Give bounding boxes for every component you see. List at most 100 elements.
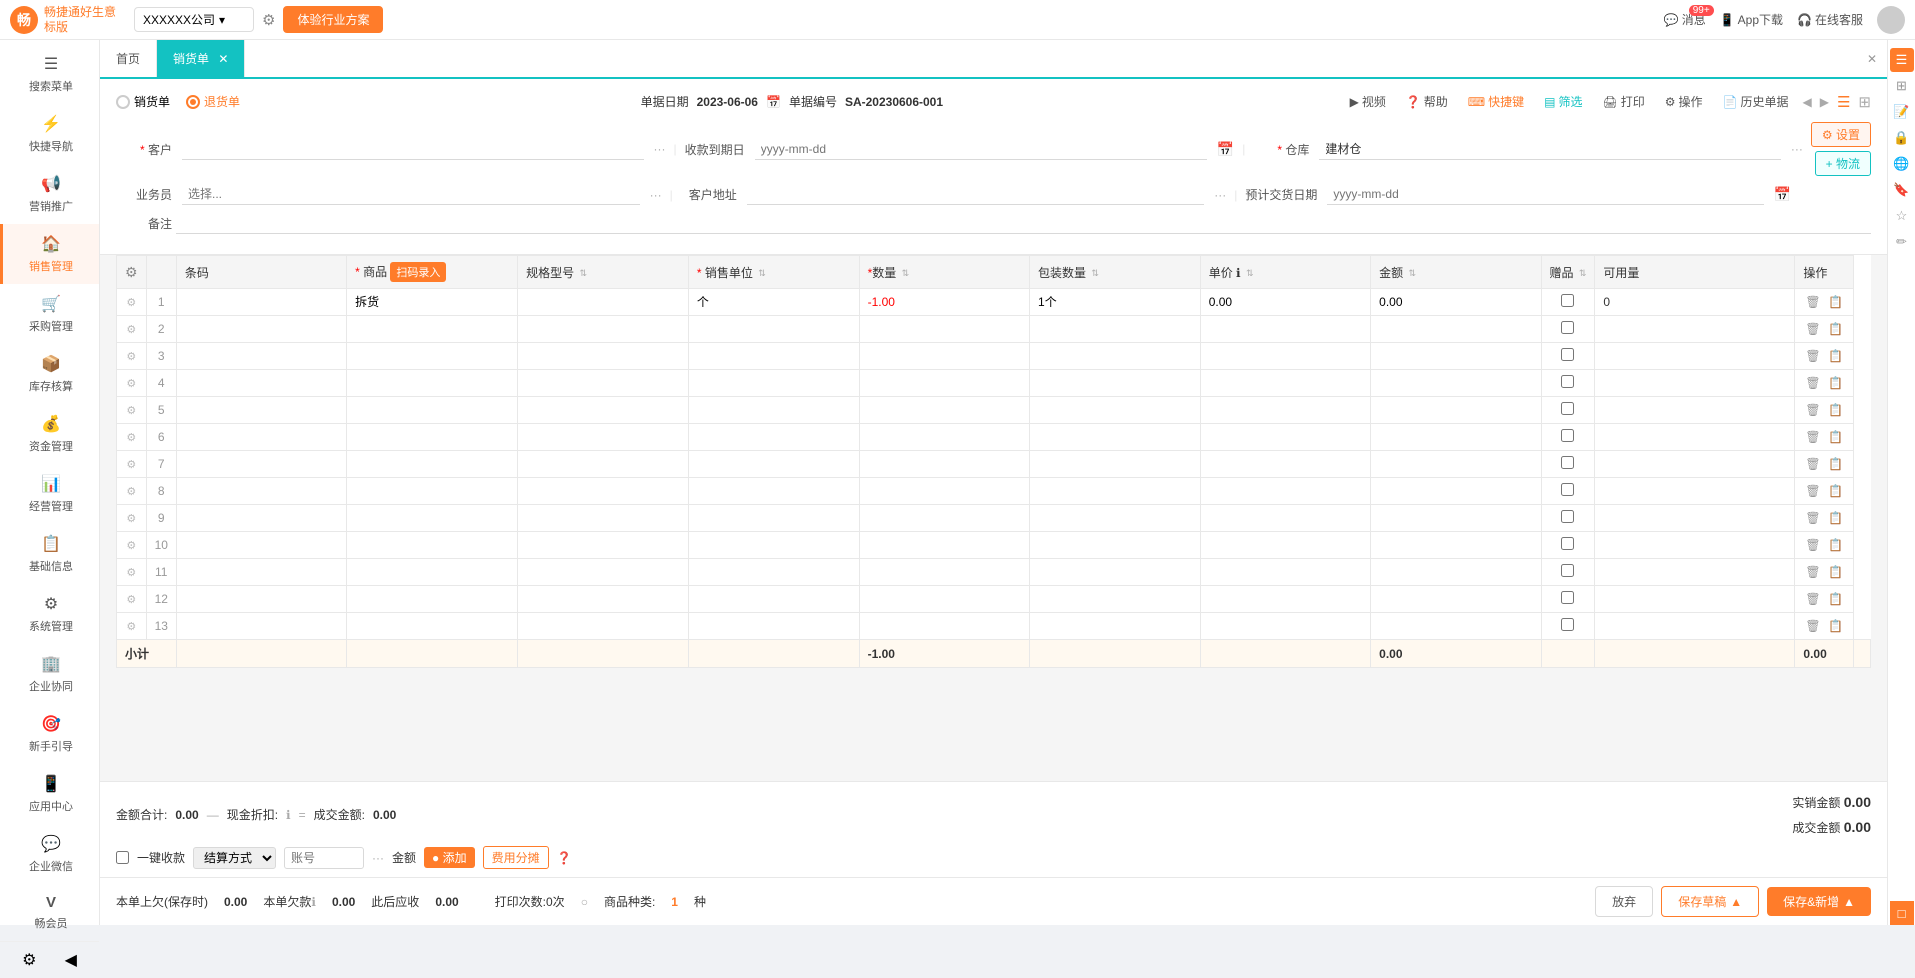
row-gift[interactable] [1541,613,1595,640]
row-amount[interactable] [1371,559,1541,586]
row-pack-qty[interactable] [1030,397,1201,424]
row-product[interactable] [347,451,518,478]
row-copy-icon[interactable]: 📋 [1828,457,1843,471]
row-pack-qty[interactable] [1030,532,1201,559]
row-gear-icon[interactable]: ⚙ [126,513,136,525]
row-product[interactable] [347,478,518,505]
row-delete-icon[interactable]: 🗑 [1805,376,1820,390]
row-spec[interactable] [518,532,689,559]
row-spec[interactable] [518,397,689,424]
radio-sales[interactable]: 销货单 [116,93,170,110]
sidebar-collapse-icon[interactable]: ◀ [65,950,77,970]
one-click-pay-checkbox[interactable] [116,851,129,864]
row-amount[interactable] [1371,424,1541,451]
row-delete-icon[interactable]: 🗑 [1805,322,1820,336]
row-gift[interactable] [1541,343,1595,370]
sidebar-item-capital[interactable]: 💰 资金管理 [0,404,99,464]
app-download-btn[interactable]: 📱 App下载 [1720,11,1783,28]
row-product[interactable] [347,532,518,559]
row-delete-icon[interactable]: 🗑 [1805,511,1820,525]
row-unit[interactable] [688,289,859,316]
row-product[interactable] [347,613,518,640]
row-copy-icon[interactable]: 📋 [1828,349,1843,363]
row-product[interactable] [347,289,518,316]
right-panel-list-view[interactable]: ☰ [1890,48,1914,72]
operate-btn[interactable]: ⚙ 操作 [1659,91,1709,112]
row-barcode[interactable] [176,289,346,316]
row-unit-price[interactable] [1200,559,1370,586]
row-unit-price[interactable] [1200,316,1370,343]
row-barcode[interactable] [176,532,346,559]
settings-btn[interactable]: ⚙ 设置 [1811,122,1871,147]
due-date-calendar-icon[interactable]: 📅 [1217,141,1234,158]
row-product[interactable] [347,586,518,613]
row-delete-icon[interactable]: 🗑 [1805,592,1820,606]
row-qty[interactable] [859,397,1029,424]
row-pack-qty[interactable] [1030,289,1201,316]
row-pack-qty[interactable] [1030,343,1201,370]
row-pack-qty[interactable] [1030,424,1201,451]
row-gift[interactable] [1541,532,1595,559]
row-gift[interactable] [1541,289,1595,316]
customer-address-input[interactable] [747,184,1205,205]
row-unit[interactable] [688,559,859,586]
row-barcode[interactable] [176,478,346,505]
row-amount[interactable] [1371,478,1541,505]
sidebar-item-operations[interactable]: 📊 经营管理 [0,464,99,524]
row-unit-price[interactable] [1200,424,1370,451]
row-delete-icon[interactable]: 🗑 [1805,484,1820,498]
sidebar-item-enterprise[interactable]: 🏢 企业协同 [0,644,99,704]
row-spec[interactable] [518,505,689,532]
row-spec[interactable] [518,451,689,478]
right-panel-globe[interactable]: 🌐 [1890,152,1914,176]
row-spec[interactable] [518,316,689,343]
row-unit[interactable] [688,397,859,424]
row-barcode[interactable] [176,451,346,478]
row-qty[interactable] [859,613,1029,640]
nav-prev-icon[interactable]: ◀ [1803,95,1812,109]
warehouse-input[interactable] [1319,139,1781,160]
row-gear-icon[interactable]: ⚙ [126,351,136,363]
nav-next-icon[interactable]: ▶ [1820,95,1829,109]
row-gear-icon[interactable]: ⚙ [126,378,136,390]
row-pack-qty[interactable] [1030,505,1201,532]
sidebar-item-marketing[interactable]: 📢 营销推广 [0,164,99,224]
row-product[interactable] [347,397,518,424]
row-qty[interactable] [859,532,1029,559]
video-btn[interactable]: ▶ 视频 [1344,91,1392,112]
sidebar-item-member[interactable]: V 畅会员 [0,884,99,941]
logistics-btn[interactable]: + 物流 [1815,151,1871,176]
row-gift[interactable] [1541,505,1595,532]
customer-dots[interactable]: ··· [654,142,666,156]
row-barcode[interactable] [176,586,346,613]
row-gift[interactable] [1541,316,1595,343]
row-unit-price[interactable] [1200,343,1370,370]
right-panel-note[interactable]: 📝 [1890,100,1914,124]
row-barcode[interactable] [176,559,346,586]
row-spec[interactable] [518,343,689,370]
row-unit-price[interactable] [1200,289,1370,316]
delivery-date-calendar-icon[interactable]: 📅 [1774,186,1791,203]
row-qty[interactable] [859,316,1029,343]
row-barcode[interactable] [176,343,346,370]
warehouse-dots[interactable]: ··· [1791,142,1803,156]
row-qty[interactable] [859,370,1029,397]
row-qty[interactable] [859,289,1029,316]
row-pack-qty[interactable] [1030,478,1201,505]
row-product[interactable] [347,559,518,586]
right-panel-grid-view[interactable]: ⊞ [1890,74,1914,98]
row-gear-icon[interactable]: ⚙ [126,324,136,336]
row-amount[interactable] [1371,532,1541,559]
sidebar-item-search[interactable]: ☰ 搜索菜单 [0,44,99,104]
row-barcode[interactable] [176,505,346,532]
row-pack-qty[interactable] [1030,370,1201,397]
row-amount[interactable] [1371,343,1541,370]
row-delete-icon[interactable]: 🗑 [1805,430,1820,444]
sidebar-item-wechat[interactable]: 💬 企业微信 [0,824,99,884]
tab-home[interactable]: 首页 [100,40,157,77]
customer-input[interactable] [182,139,644,160]
expense-split-btn[interactable]: 费用分摊 [483,846,549,869]
tab-close-icon[interactable]: ✕ [218,52,228,66]
calendar-icon[interactable]: 📅 [766,95,781,109]
row-copy-icon[interactable]: 📋 [1828,538,1843,552]
